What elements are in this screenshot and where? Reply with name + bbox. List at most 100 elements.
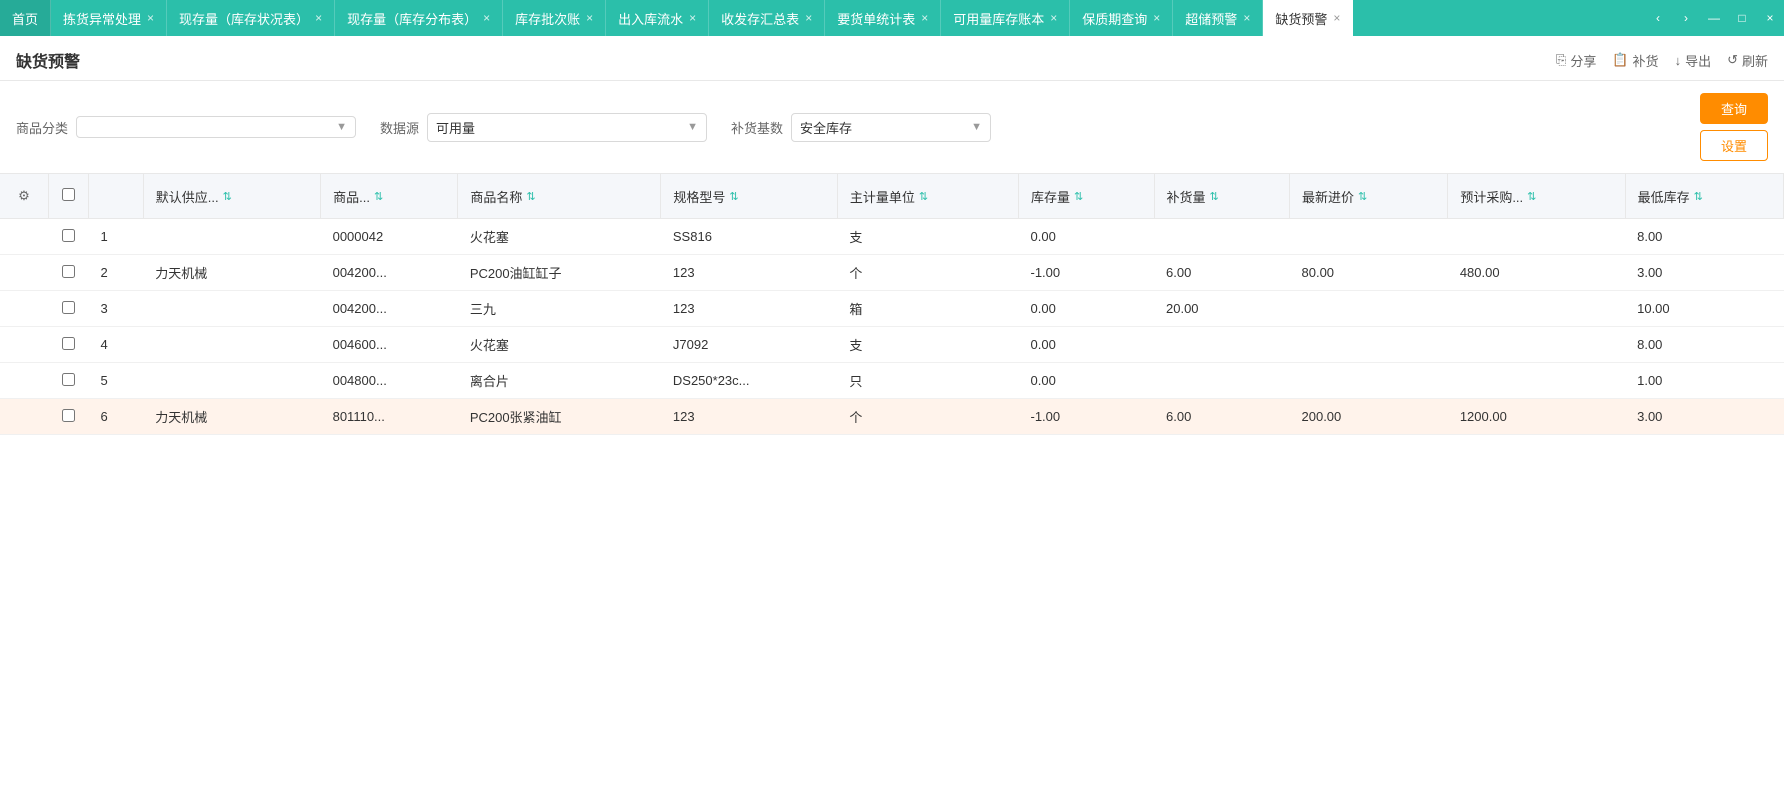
- tab-close-inventory-status[interactable]: ×: [315, 11, 322, 25]
- supplier-cell: 力天机械: [143, 399, 320, 435]
- goods-code-cell: 801110...: [321, 399, 458, 435]
- category-select[interactable]: ▼: [76, 116, 356, 138]
- tab-overstock[interactable]: 超储预警×: [1173, 0, 1263, 36]
- latest-price-col-label: 最新进价: [1302, 187, 1354, 206]
- row-checkbox-2[interactable]: [62, 301, 75, 314]
- min-stock-cell: 3.00: [1625, 255, 1783, 291]
- tab-recv-summary[interactable]: 收发存汇总表 ×: [709, 0, 825, 36]
- latest-price-col-header[interactable]: 最新进价 ⇅: [1290, 174, 1448, 219]
- goods-code-col-header[interactable]: 商品... ⇅: [321, 174, 458, 219]
- checkbox-cell: [49, 219, 89, 255]
- goods-code-cell: 004800...: [321, 363, 458, 399]
- tab-label-abnormal: 拣货异常处理: [63, 9, 141, 28]
- row-checkbox-1[interactable]: [62, 265, 75, 278]
- datasource-value: 可用量: [436, 118, 475, 137]
- spec-col-header[interactable]: 规格型号 ⇅: [661, 174, 838, 219]
- filter-actions: 查询 设置: [1700, 93, 1768, 161]
- est-purchase-cell: [1448, 291, 1625, 327]
- min-stock-col-label: 最低库存: [1638, 187, 1690, 206]
- refresh-label: 刷新: [1742, 51, 1768, 70]
- export-action[interactable]: ↓ 导出: [1675, 51, 1712, 70]
- stock-cell: 0.00: [1019, 327, 1155, 363]
- settings-button[interactable]: 设置: [1700, 130, 1768, 161]
- supplier-col-header[interactable]: 默认供应... ⇅: [143, 174, 320, 219]
- tab-close-overstock[interactable]: ×: [1243, 11, 1250, 25]
- tab-inventory-status[interactable]: 现存量（库存状况表）×: [167, 0, 335, 36]
- tab-close-recv-summary[interactable]: ×: [805, 11, 812, 25]
- unit-cell: 个: [837, 255, 1018, 291]
- replenish-qty-cell: [1154, 327, 1290, 363]
- tab-label-recv-summary: 收发存汇总表: [721, 9, 799, 28]
- settings-cell: [0, 291, 49, 327]
- tab-close-inventory-dist[interactable]: ×: [483, 11, 490, 25]
- row-checkbox-3[interactable]: [62, 337, 75, 350]
- row-checkbox-5[interactable]: [62, 409, 75, 422]
- est-purchase-cell: [1448, 327, 1625, 363]
- latest-price-cell: 80.00: [1290, 255, 1448, 291]
- stock-cell: 0.00: [1019, 291, 1155, 327]
- tab-expiry-query[interactable]: 保质期查询 ×: [1070, 0, 1173, 36]
- window-minimize[interactable]: —: [1700, 0, 1728, 36]
- min-stock-cell: 8.00: [1625, 327, 1783, 363]
- table-settings-icon[interactable]: ⚙: [12, 184, 36, 208]
- row-checkbox-4[interactable]: [62, 373, 75, 386]
- spec-cell: DS250*23c...: [661, 363, 838, 399]
- replenish-qty-sort-icon: ⇅: [1210, 190, 1219, 203]
- tab-shortage[interactable]: 缺货预警×: [1263, 0, 1353, 36]
- unit-col-header[interactable]: 主计量单位 ⇅: [837, 174, 1018, 219]
- tab-label-expiry-query: 保质期查询: [1082, 9, 1147, 28]
- stock-col-header[interactable]: 库存量 ⇅: [1019, 174, 1155, 219]
- tab-order-stats[interactable]: 要货单统计表 ×: [825, 0, 941, 36]
- tab-nav-right[interactable]: ›: [1672, 0, 1700, 36]
- settings-cell: [0, 255, 49, 291]
- tab-inout-flow[interactable]: 出入库流水×: [606, 0, 709, 36]
- min-stock-col-header[interactable]: 最低库存 ⇅: [1625, 174, 1783, 219]
- table-header-row: ⚙ 默认供应... ⇅: [0, 174, 1784, 219]
- replenish-qty-cell: [1154, 363, 1290, 399]
- min-stock-cell: 10.00: [1625, 291, 1783, 327]
- window-close[interactable]: ×: [1756, 0, 1784, 36]
- supplier-cell: [143, 363, 320, 399]
- tab-close-abnormal[interactable]: ×: [147, 11, 154, 25]
- tab-available-ledger[interactable]: 可用量库存账本×: [941, 0, 1070, 36]
- latest-price-cell: [1290, 291, 1448, 327]
- replenish-base-select[interactable]: 安全库存 ▼: [791, 113, 991, 142]
- tab-abnormal[interactable]: 拣货异常处理 ×: [51, 0, 167, 36]
- tab-close-inout-flow[interactable]: ×: [689, 11, 696, 25]
- settings-cell: [0, 399, 49, 435]
- row-checkbox-0[interactable]: [62, 229, 75, 242]
- tab-close-order-stats[interactable]: ×: [921, 11, 928, 25]
- checkbox-cell: [49, 327, 89, 363]
- tab-label-order-stats: 要货单统计表: [837, 9, 915, 28]
- tab-close-shortage[interactable]: ×: [1333, 11, 1340, 25]
- checkbox-col-header: [49, 174, 89, 219]
- share-action[interactable]: ⎘ 分享: [1556, 51, 1596, 70]
- window-maximize[interactable]: □: [1728, 0, 1756, 36]
- stock-cell: -1.00: [1019, 255, 1155, 291]
- select-all-checkbox[interactable]: [62, 188, 75, 201]
- supplier-cell: 力天机械: [143, 255, 320, 291]
- table-row: 4004600...火花塞J7092支0.008.00: [0, 327, 1784, 363]
- query-button[interactable]: 查询: [1700, 93, 1768, 124]
- spec-cell: J7092: [661, 327, 838, 363]
- category-label: 商品分类: [16, 118, 68, 137]
- tab-close-available-ledger[interactable]: ×: [1050, 11, 1057, 25]
- replenish-action[interactable]: 📋 补货: [1612, 51, 1658, 70]
- tab-close-batch-account[interactable]: ×: [586, 11, 593, 25]
- datasource-select[interactable]: 可用量 ▼: [427, 113, 707, 142]
- replenish-qty-col-header[interactable]: 补货量 ⇅: [1154, 174, 1290, 219]
- est-purchase-cell: [1448, 363, 1625, 399]
- refresh-action[interactable]: ↺ 刷新: [1727, 51, 1768, 70]
- tab-nav-left[interactable]: ‹: [1644, 0, 1672, 36]
- goods-name-col-header[interactable]: 商品名称 ⇅: [458, 174, 661, 219]
- page-header: 缺货预警 ⎘ 分享 📋 补货 ↓ 导出 ↺ 刷新: [0, 36, 1784, 81]
- est-purchase-col-header[interactable]: 预计采购... ⇅: [1448, 174, 1625, 219]
- tab-batch-account[interactable]: 库存批次账×: [503, 0, 606, 36]
- tab-home[interactable]: 首页: [0, 0, 51, 36]
- min-stock-sort-icon: ⇅: [1694, 190, 1703, 203]
- tab-close-expiry-query[interactable]: ×: [1153, 11, 1160, 25]
- est-purchase-sort-icon: ⇅: [1527, 190, 1536, 203]
- tab-inventory-dist[interactable]: 现存量（库存分布表）×: [335, 0, 503, 36]
- unit-cell: 箱: [837, 291, 1018, 327]
- checkbox-cell: [49, 363, 89, 399]
